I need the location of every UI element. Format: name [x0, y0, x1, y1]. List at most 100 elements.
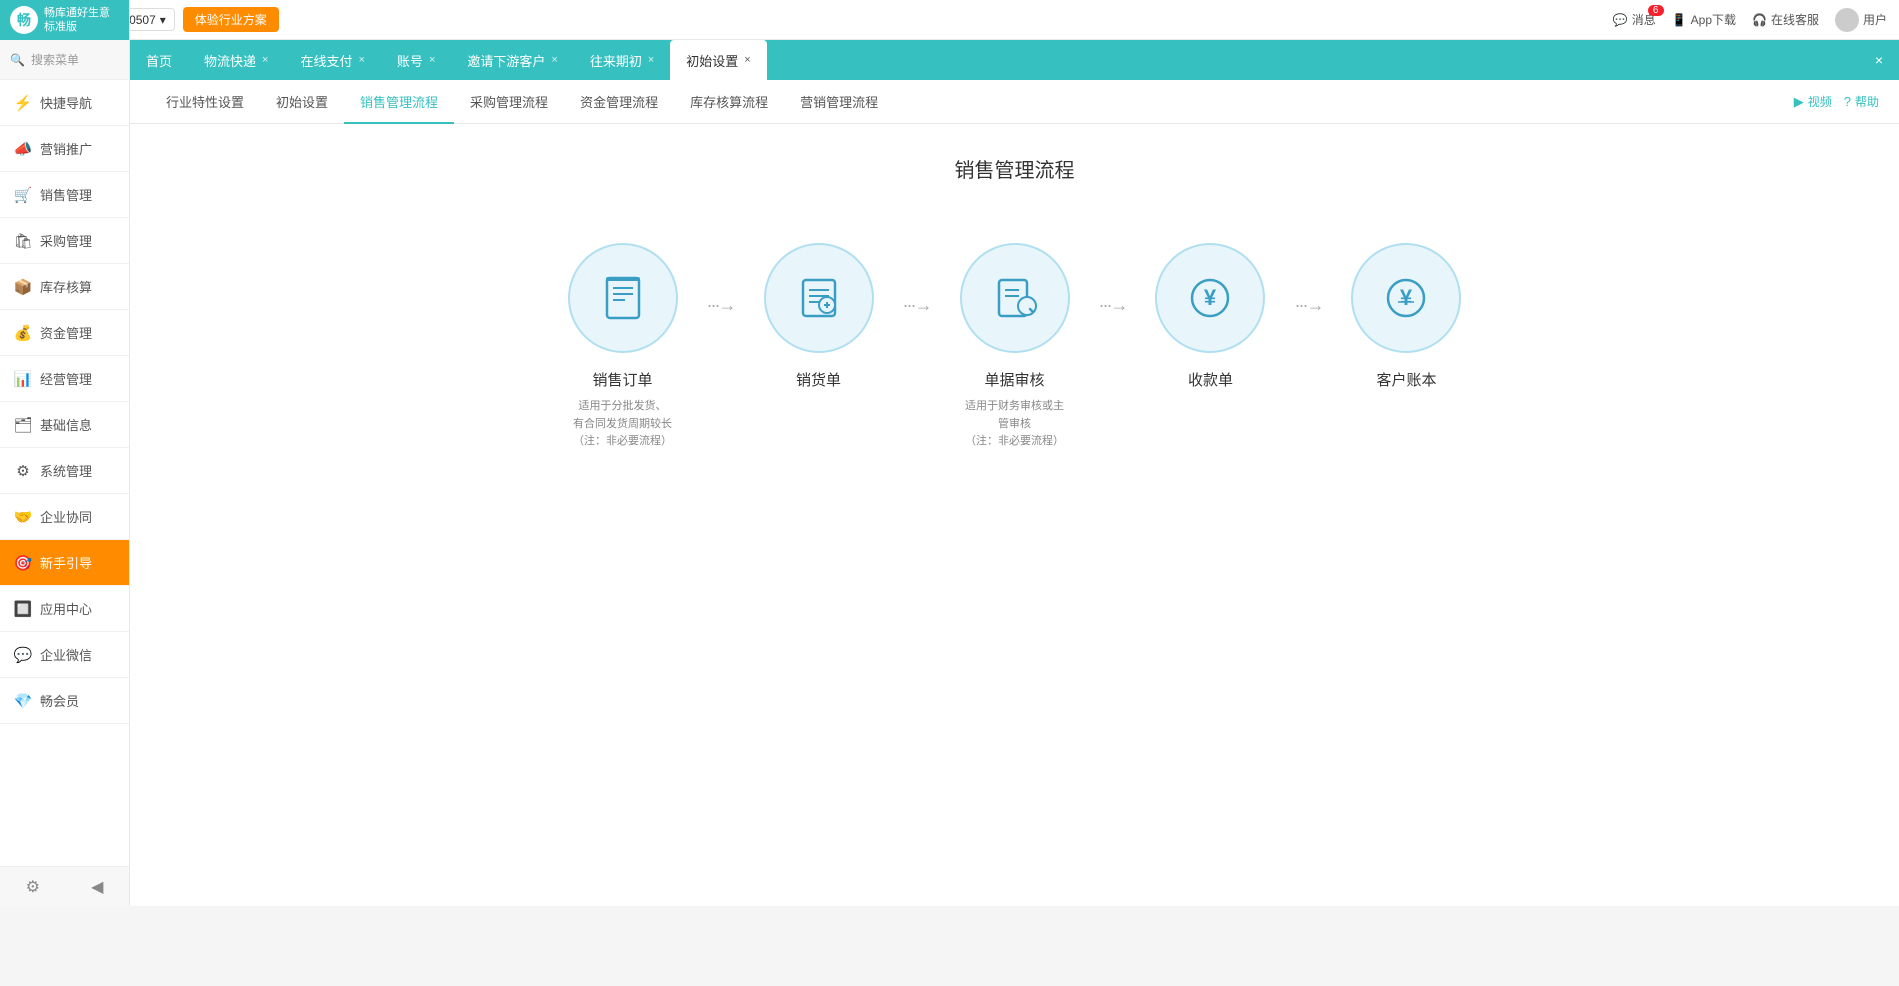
nav-tab-close[interactable]: × — [551, 54, 557, 66]
sidebar-item-icon: 🤝 — [14, 508, 32, 526]
flow-step-name: 销售订单 — [593, 369, 653, 390]
nav-tab-账号[interactable]: 账号× — [381, 40, 451, 80]
sidebar-item-icon: 🗂 — [14, 416, 32, 434]
sidebar-item-label: 经营管理 — [40, 369, 92, 388]
main-content: 行业特性设置初始设置销售管理流程采购管理流程资金管理流程库存核算流程营销管理流程… — [130, 80, 1899, 906]
flow-step-单据审核[interactable]: 单据审核 适用于财务审核或主管审核（注：非必要流程） — [935, 243, 1095, 451]
sidebar-item-采购管理[interactable]: 🛍 采购管理 — [0, 218, 129, 264]
flow-arrow-3: ···→ — [1095, 295, 1131, 316]
nav-tab-首页[interactable]: 首页 — [130, 40, 188, 80]
flow-step-name: 收款单 — [1188, 369, 1233, 390]
message-button[interactable]: 💬 消息 6 — [1613, 11, 1656, 28]
app-download-button[interactable]: 📱 App下载 — [1672, 11, 1736, 28]
sidebar-item-icon: ⚡ — [14, 94, 32, 112]
flow-step-name: 客户账本 — [1376, 369, 1436, 390]
collapse-icon[interactable]: ◀ — [91, 877, 103, 897]
nav-tab-close[interactable]: × — [262, 54, 268, 66]
top-bar: 用户690企业1660120507 ▾ 体验行业方案 💬 消息 6 📱 App下… — [0, 0, 1899, 40]
sidebar-item-label: 销售管理 — [40, 185, 92, 204]
sidebar-item-icon: ⚙ — [14, 462, 32, 480]
sidebar-item-label: 快捷导航 — [40, 93, 92, 112]
flow-circle-收款单: ¥ — [1155, 243, 1265, 353]
nav-tab-close[interactable]: × — [358, 54, 364, 66]
sidebar-item-企业微信[interactable]: 💬 企业微信 — [0, 632, 129, 678]
flow-step-销售订单[interactable]: 销售订单 适用于分批发货、有合同发货周期较长（注：非必要流程） — [543, 243, 703, 451]
sidebar-item-经营管理[interactable]: 📊 经营管理 — [0, 356, 129, 402]
sub-tab-action-帮助[interactable]: ?帮助 — [1844, 93, 1879, 110]
sidebar-item-icon: 📣 — [14, 140, 32, 158]
nav-tab-close[interactable]: × — [429, 54, 435, 66]
sidebar-item-企业协同[interactable]: 🤝 企业协同 — [0, 494, 129, 540]
nav-tab-close[interactable]: × — [648, 54, 654, 66]
sidebar-item-label: 库存核算 — [40, 277, 92, 296]
sidebar: 畅 畅库通好生意 标准版 🔍 搜索菜单 ⚡ 快捷导航 📣 营销推广 🛒 销售管理… — [0, 0, 130, 906]
sub-tab-action-视频[interactable]: ▶视频 — [1794, 93, 1832, 110]
flow-arrow-2: ···→ — [899, 295, 935, 316]
nav-tab-邀请下游客户[interactable]: 邀请下游客户× — [451, 40, 573, 80]
sub-tab-采购管理流程[interactable]: 采购管理流程 — [454, 80, 564, 124]
sub-tab-营销管理流程[interactable]: 营销管理流程 — [784, 80, 894, 124]
search-label: 搜索菜单 — [31, 51, 79, 68]
sidebar-item-icon: 📊 — [14, 370, 32, 388]
sidebar-item-快捷导航[interactable]: ⚡ 快捷导航 — [0, 80, 129, 126]
flow-step-客户账本[interactable]: ¥ 客户账本 — [1326, 243, 1486, 398]
logo-text: 畅库通好生意 标准版 — [44, 6, 110, 35]
sub-tabs: 行业特性设置初始设置销售管理流程采购管理流程资金管理流程库存核算流程营销管理流程… — [130, 80, 1899, 124]
sidebar-item-icon: 💬 — [14, 646, 32, 664]
sub-tab-行业特性设置[interactable]: 行业特性设置 — [150, 80, 260, 124]
user-avatar-area[interactable]: 用户 — [1835, 8, 1887, 32]
user-name-label: 用户 — [1863, 11, 1887, 28]
flow-title: 销售管理流程 — [150, 154, 1879, 183]
nav-close-all[interactable]: × — [1859, 52, 1899, 68]
flow-step-name: 销货单 — [796, 369, 841, 390]
message-icon: 💬 — [1613, 13, 1628, 27]
flow-step-desc: 适用于财务审核或主管审核（注：非必要流程） — [965, 398, 1064, 451]
sub-tab-销售管理流程[interactable]: 销售管理流程 — [344, 80, 454, 124]
sidebar-item-icon: 💎 — [14, 692, 32, 710]
online-service-label: 在线客服 — [1771, 11, 1819, 28]
sidebar-item-营销推广[interactable]: 📣 营销推广 — [0, 126, 129, 172]
sidebar-items: ⚡ 快捷导航 📣 营销推广 🛒 销售管理 🛍 采购管理 📦 库存核算 💰 资金管… — [0, 80, 129, 866]
trial-button[interactable]: 体验行业方案 — [183, 7, 279, 32]
sidebar-item-库存核算[interactable]: 📦 库存核算 — [0, 264, 129, 310]
nav-tab-close[interactable]: × — [744, 54, 750, 66]
online-service-button[interactable]: 🎧 在线客服 — [1752, 11, 1819, 28]
message-badge: 6 — [1648, 5, 1664, 16]
sub-tab-库存核算流程[interactable]: 库存核算流程 — [674, 80, 784, 124]
sidebar-item-新手引导[interactable]: 🎯 新手引导 — [0, 540, 129, 586]
flow-step-收款单[interactable]: ¥ 收款单 — [1130, 243, 1290, 398]
flow-arrow-4: ···→ — [1290, 295, 1326, 316]
sidebar-item-label: 系统管理 — [40, 461, 92, 480]
sidebar-item-label: 新手引导 — [40, 553, 92, 572]
sidebar-item-icon: 🔲 — [14, 600, 32, 618]
nav-tab-初始设置[interactable]: 初始设置× — [670, 40, 766, 80]
sidebar-logo: 畅 畅库通好生意 标准版 — [0, 0, 129, 40]
flow-step-name: 单据审核 — [984, 369, 1044, 390]
sidebar-item-icon: 🛒 — [14, 186, 32, 204]
headset-icon: 🎧 — [1752, 13, 1767, 27]
sub-tab-资金管理流程[interactable]: 资金管理流程 — [564, 80, 674, 124]
nav-tab-往来期初[interactable]: 往来期初× — [574, 40, 670, 80]
nav-tab-物流快递[interactable]: 物流快递× — [188, 40, 284, 80]
sidebar-item-label: 应用中心 — [40, 599, 92, 618]
flow-circle-客户账本: ¥ — [1351, 243, 1461, 353]
logo-icon: 畅 — [10, 6, 38, 34]
nav-tab-在线支付[interactable]: 在线支付× — [284, 40, 380, 80]
flow-step-销货单[interactable]: 销货单 — [739, 243, 899, 398]
flow-content: 销售管理流程 销售订单 适用于分批发货、有合同发货周期较长（注：非必要流程） ·… — [130, 124, 1899, 481]
sidebar-item-销售管理[interactable]: 🛒 销售管理 — [0, 172, 129, 218]
sidebar-search[interactable]: 🔍 搜索菜单 — [0, 40, 129, 80]
flow-circle-单据审核 — [960, 243, 1070, 353]
sub-tab-初始设置[interactable]: 初始设置 — [260, 80, 344, 124]
sidebar-item-系统管理[interactable]: ⚙ 系统管理 — [0, 448, 129, 494]
search-icon: 🔍 — [10, 53, 25, 67]
sidebar-item-资金管理[interactable]: 💰 资金管理 — [0, 310, 129, 356]
sidebar-item-畅会员[interactable]: 💎 畅会员 — [0, 678, 129, 724]
sidebar-item-label: 企业协同 — [40, 507, 92, 526]
settings-bottom-icon[interactable]: ⚙ — [26, 877, 40, 897]
sidebar-item-label: 企业微信 — [40, 645, 92, 664]
sidebar-item-基础信息[interactable]: 🗂 基础信息 — [0, 402, 129, 448]
sidebar-item-应用中心[interactable]: 🔲 应用中心 — [0, 586, 129, 632]
top-bar-right: 💬 消息 6 📱 App下载 🎧 在线客服 用户 — [1613, 8, 1887, 32]
flow-arrow-1: ···→ — [703, 295, 739, 316]
